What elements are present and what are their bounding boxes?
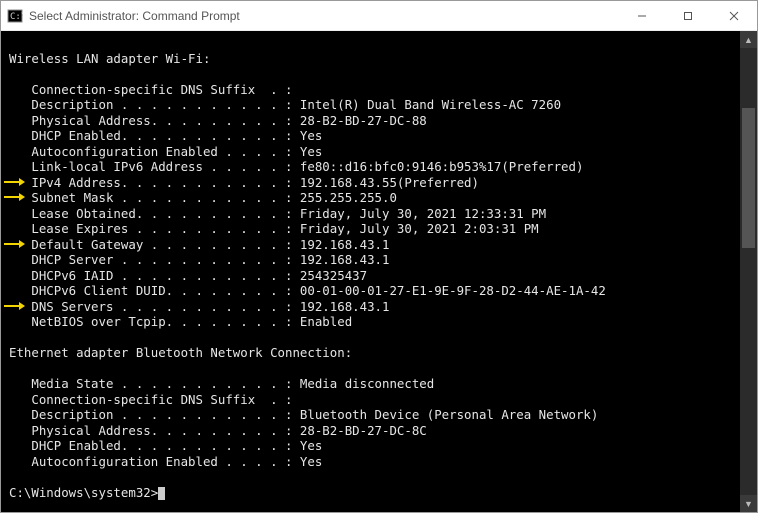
config-row: IPv4 Address. . . . . . . . . . . : 192.… (5, 175, 740, 191)
window-title: Select Administrator: Command Prompt (29, 9, 619, 23)
close-button[interactable] (711, 1, 757, 31)
config-row: Physical Address. . . . . . . . . : 28-B… (5, 113, 740, 129)
scroll-down-arrow-icon[interactable]: ▼ (740, 495, 757, 512)
minimize-button[interactable] (619, 1, 665, 31)
config-row: NetBIOS over Tcpip. . . . . . . . : Enab… (5, 314, 740, 330)
config-row: Connection-specific DNS Suffix . : (5, 82, 740, 98)
output-line (5, 361, 740, 377)
config-row: DHCP Enabled. . . . . . . . . . . : Yes (5, 438, 740, 454)
config-row: Description . . . . . . . . . . . : Inte… (5, 97, 740, 113)
config-row: DHCPv6 IAID . . . . . . . . . . . : 2543… (5, 268, 740, 284)
scrollbar-thumb[interactable] (742, 108, 755, 248)
highlight-arrow-icon (5, 175, 25, 190)
output-line (5, 330, 740, 346)
scrollbar-track[interactable] (740, 48, 757, 495)
scroll-up-arrow-icon[interactable]: ▲ (740, 31, 757, 48)
prompt-text: C:\Windows\system32> (9, 485, 158, 500)
config-row: Media State . . . . . . . . . . . : Medi… (5, 376, 740, 392)
terminal-output[interactable]: Wireless LAN adapter Wi-Fi: Connection-s… (1, 31, 740, 512)
config-row: DHCPv6 Client DUID. . . . . . . . : 00-0… (5, 283, 740, 299)
config-row: Autoconfiguration Enabled . . . . : Yes (5, 454, 740, 470)
cursor (158, 487, 165, 500)
config-row: Default Gateway . . . . . . . . . : 192.… (5, 237, 740, 253)
vertical-scrollbar[interactable]: ▲ ▼ (740, 31, 757, 512)
output-line (5, 35, 740, 51)
config-row: Lease Expires . . . . . . . . . . : Frid… (5, 221, 740, 237)
config-row: Description . . . . . . . . . . . : Blue… (5, 407, 740, 423)
config-row: DNS Servers . . . . . . . . . . . : 192.… (5, 299, 740, 315)
config-row: Physical Address. . . . . . . . . : 28-B… (5, 423, 740, 439)
config-row: Link-local IPv6 Address . . . . . : fe80… (5, 159, 740, 175)
command-prompt-window: C:\ Select Administrator: Command Prompt… (0, 0, 758, 513)
config-row: Lease Obtained. . . . . . . . . . : Frid… (5, 206, 740, 222)
output-line (5, 66, 740, 82)
highlight-arrow-icon (5, 299, 25, 314)
cmd-icon: C:\ (7, 8, 23, 24)
config-row: Subnet Mask . . . . . . . . . . . : 255.… (5, 190, 740, 206)
highlight-arrow-icon (5, 190, 25, 205)
svg-text:C:\: C:\ (10, 12, 23, 22)
highlight-arrow-icon (5, 237, 25, 252)
output-line (5, 469, 740, 485)
config-row: DHCP Enabled. . . . . . . . . . . : Yes (5, 128, 740, 144)
config-row: Autoconfiguration Enabled . . . . : Yes (5, 144, 740, 160)
config-row: DHCP Server . . . . . . . . . . . : 192.… (5, 252, 740, 268)
adapter-header: Ethernet adapter Bluetooth Network Conne… (5, 345, 740, 361)
maximize-button[interactable] (665, 1, 711, 31)
adapter-header: Wireless LAN adapter Wi-Fi: (5, 51, 740, 67)
prompt-line[interactable]: C:\Windows\system32> (5, 485, 740, 501)
titlebar[interactable]: C:\ Select Administrator: Command Prompt (1, 1, 757, 31)
terminal-area: Wireless LAN adapter Wi-Fi: Connection-s… (1, 31, 757, 512)
config-row: Connection-specific DNS Suffix . : (5, 392, 740, 408)
